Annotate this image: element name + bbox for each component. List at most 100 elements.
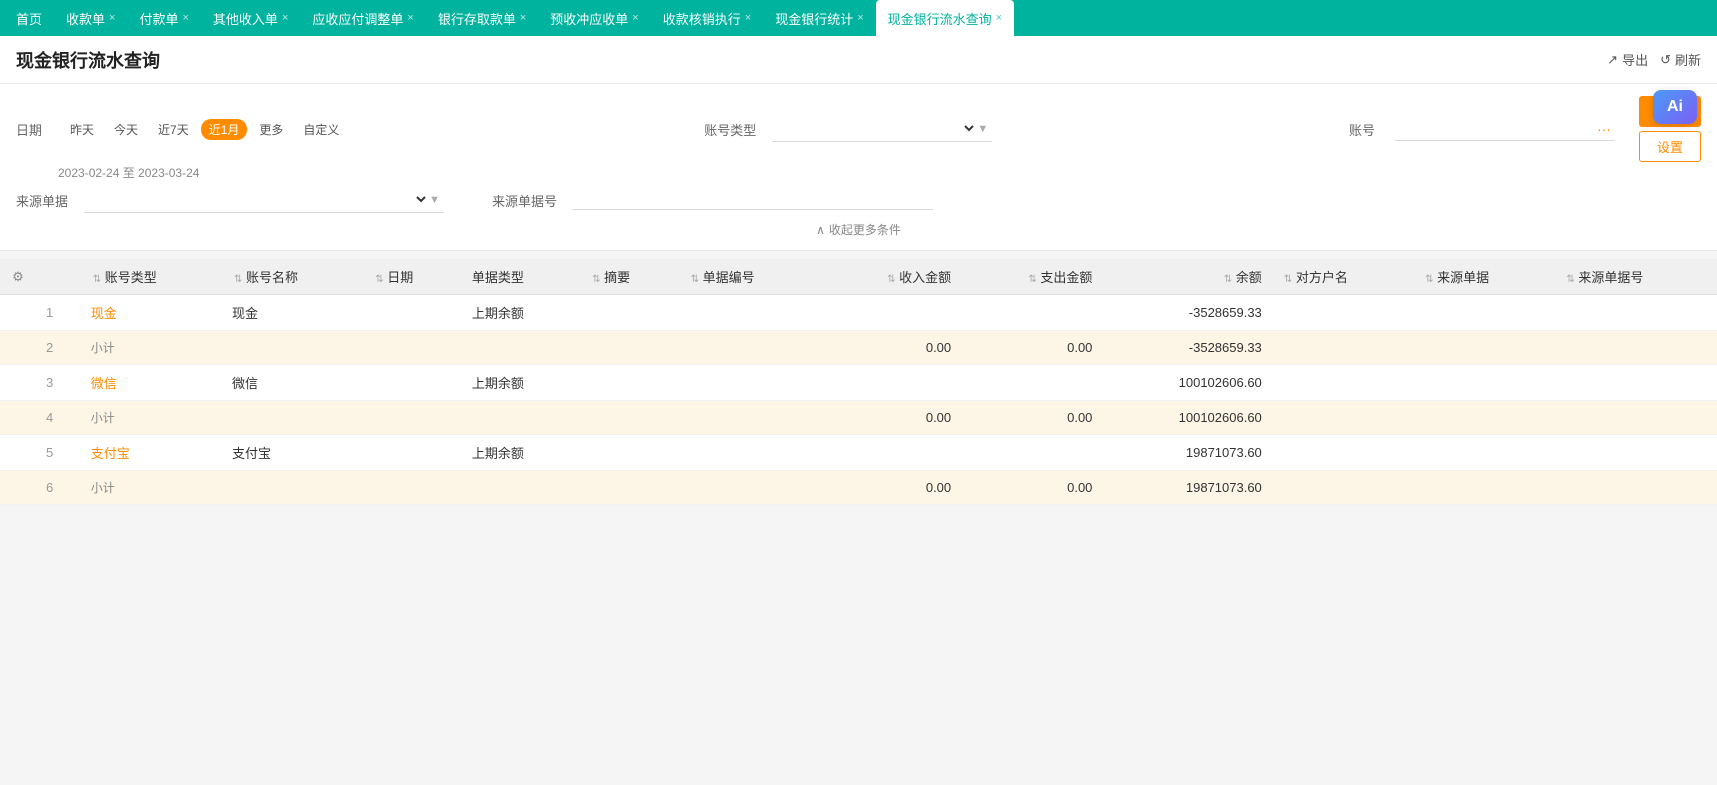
collapse-button[interactable]: ∧ 收起更多条件: [816, 221, 901, 238]
col-counterpart-header[interactable]: ⇅ 对方户名: [1272, 259, 1413, 295]
account-input-area: ···: [1395, 117, 1615, 141]
table-row: 3微信微信上期余额100102606.60: [0, 365, 1717, 401]
nav-tab-收款单[interactable]: 收款单×: [54, 0, 127, 36]
table-cell: 小计: [81, 401, 222, 435]
tab-close-icon[interactable]: ×: [520, 12, 526, 24]
table-cell: 现金: [222, 295, 363, 331]
nav-tab-其他收入单[interactable]: 其他收入单×: [201, 0, 300, 36]
nav-tab-预收冲应收单[interactable]: 预收冲应收单×: [538, 0, 650, 36]
date-range-display: 2023-02-24 至 2023-03-24: [54, 164, 1701, 181]
table-cell: [0, 435, 36, 471]
nav-tab-应收应付调整单[interactable]: 应收应付调整单×: [300, 0, 425, 36]
refresh-button[interactable]: ↺ 刷新: [1660, 50, 1701, 69]
date-btn-more[interactable]: 更多: [251, 119, 291, 140]
table-body: 1现金现金上期余额-3528659.332小计0.000.00-3528659.…: [0, 295, 1717, 505]
table-cell: [363, 331, 462, 365]
source-doc-select[interactable]: [88, 189, 429, 210]
table-row: 4小计0.000.00100102606.60: [0, 401, 1717, 435]
settings-col-header[interactable]: ⚙: [0, 259, 36, 295]
table-cell: 微信: [222, 365, 363, 401]
ai-badge[interactable]: Ai: [1653, 90, 1697, 124]
table-cell: [363, 295, 462, 331]
filter-row-2: 来源单据 ▼ 来源单据号: [16, 187, 1701, 213]
tab-close-icon[interactable]: ×: [109, 12, 115, 24]
tab-close-icon[interactable]: ×: [857, 12, 863, 24]
col-summary-header[interactable]: ⇅ 摘要: [580, 259, 679, 295]
tab-close-icon[interactable]: ×: [182, 12, 188, 24]
account-label: 账号: [1349, 120, 1379, 139]
account-type-select-area: ▼: [772, 116, 992, 142]
col-balance-header[interactable]: ⇅ 余额: [1102, 259, 1271, 295]
table-row: 5支付宝支付宝上期余额19871073.60: [0, 435, 1717, 471]
date-btn-today[interactable]: 今天: [106, 119, 146, 140]
table-cell: 0.00: [961, 471, 1102, 505]
data-table: ⚙ ⇅ 账号类型 ⇅ 账号名称 ⇅ 日期 单据类型: [0, 259, 1717, 505]
table-cell: [580, 331, 679, 365]
date-range-text: 2023-02-24 至 2023-03-24: [58, 166, 199, 180]
page-title: 现金银行流水查询: [16, 47, 160, 73]
account-type-select[interactable]: [776, 118, 977, 139]
col-income-header[interactable]: ⇅ 收入金额: [820, 259, 961, 295]
account-dots-button[interactable]: ···: [1597, 121, 1611, 137]
sort-icon-4: ⇅: [592, 274, 600, 285]
settings-button[interactable]: 设置: [1639, 131, 1701, 162]
col-expense-header[interactable]: ⇅ 支出金额: [961, 259, 1102, 295]
table-cell: 3: [36, 365, 81, 401]
tab-close-icon[interactable]: ×: [407, 12, 413, 24]
table-cell: [580, 471, 679, 505]
table-cell: [1554, 401, 1717, 435]
table-cell: [580, 435, 679, 471]
account-input[interactable]: [1399, 119, 1593, 138]
col-account-name-header[interactable]: ⇅ 账号名称: [222, 259, 363, 295]
col-doc-type-header[interactable]: 单据类型: [462, 259, 580, 295]
account-type-label: 账号类型: [704, 120, 756, 139]
filter-area: 日期 昨天 今天 近7天 近1月 更多 自定义 账号类型 ▼ 账号 ··· 查询…: [0, 84, 1717, 251]
col-source-doc-header[interactable]: ⇅ 来源单据: [1413, 259, 1554, 295]
table-cell: [679, 365, 820, 401]
table-cell: 0.00: [820, 471, 961, 505]
source-doc-num-label: 来源单据号: [492, 191, 557, 210]
table-cell: [0, 295, 36, 331]
table-cell: 19871073.60: [1102, 471, 1271, 505]
account-type-dropdown-icon: ▼: [977, 123, 988, 135]
nav-tabs: 收款单×付款单×其他收入单×应收应付调整单×银行存取款单×预收冲应收单×收款核销…: [54, 0, 1014, 36]
col-account-type-header[interactable]: ⇅ 账号类型: [81, 259, 222, 295]
table-container: ⚙ ⇅ 账号类型 ⇅ 账号名称 ⇅ 日期 单据类型: [0, 259, 1717, 505]
col-income-label: 收入金额: [899, 270, 951, 285]
table-cell: [961, 365, 1102, 401]
nav-home[interactable]: 首页: [4, 9, 54, 28]
table-cell: [961, 435, 1102, 471]
sort-icon-8: ⇅: [1224, 274, 1232, 285]
gear-icon[interactable]: ⚙: [12, 269, 24, 284]
top-nav: 首页 收款单×付款单×其他收入单×应收应付调整单×银行存取款单×预收冲应收单×收…: [0, 0, 1717, 36]
collapse-row: ∧ 收起更多条件: [16, 221, 1701, 238]
table-cell: [462, 401, 580, 435]
tab-close-icon[interactable]: ×: [996, 12, 1002, 24]
tab-close-icon[interactable]: ×: [745, 12, 751, 24]
date-btn-yesterday[interactable]: 昨天: [62, 119, 102, 140]
table-cell: [679, 435, 820, 471]
table-cell: 100102606.60: [1102, 365, 1271, 401]
date-btn-1month[interactable]: 近1月: [201, 119, 248, 140]
source-doc-num-input[interactable]: [573, 190, 933, 210]
col-balance-label: 余额: [1236, 270, 1262, 285]
nav-tab-收款核销执行[interactable]: 收款核销执行×: [651, 0, 763, 36]
nav-tab-付款单[interactable]: 付款单×: [127, 0, 200, 36]
export-icon: ↗: [1607, 52, 1618, 68]
date-btn-7days[interactable]: 近7天: [150, 119, 197, 140]
date-btn-custom[interactable]: 自定义: [295, 119, 347, 140]
nav-tab-银行存取款单[interactable]: 银行存取款单×: [426, 0, 538, 36]
tab-close-icon[interactable]: ×: [282, 12, 288, 24]
table-cell: 现金: [81, 295, 222, 331]
nav-tab-现金银行统计[interactable]: 现金银行统计×: [763, 0, 875, 36]
col-date-header[interactable]: ⇅ 日期: [363, 259, 462, 295]
export-button[interactable]: ↗ 导出: [1607, 50, 1648, 69]
table-cell: [820, 365, 961, 401]
table-cell: [363, 401, 462, 435]
col-source-doc-no-header[interactable]: ⇅ 来源单据号: [1554, 259, 1717, 295]
col-doc-no-header[interactable]: ⇅ 单据编号: [679, 259, 820, 295]
sort-icon-9: ⇅: [1284, 274, 1292, 285]
table-cell: 0.00: [961, 401, 1102, 435]
tab-close-icon[interactable]: ×: [632, 12, 638, 24]
nav-tab-现金银行流水查询[interactable]: 现金银行流水查询×: [876, 0, 1014, 36]
